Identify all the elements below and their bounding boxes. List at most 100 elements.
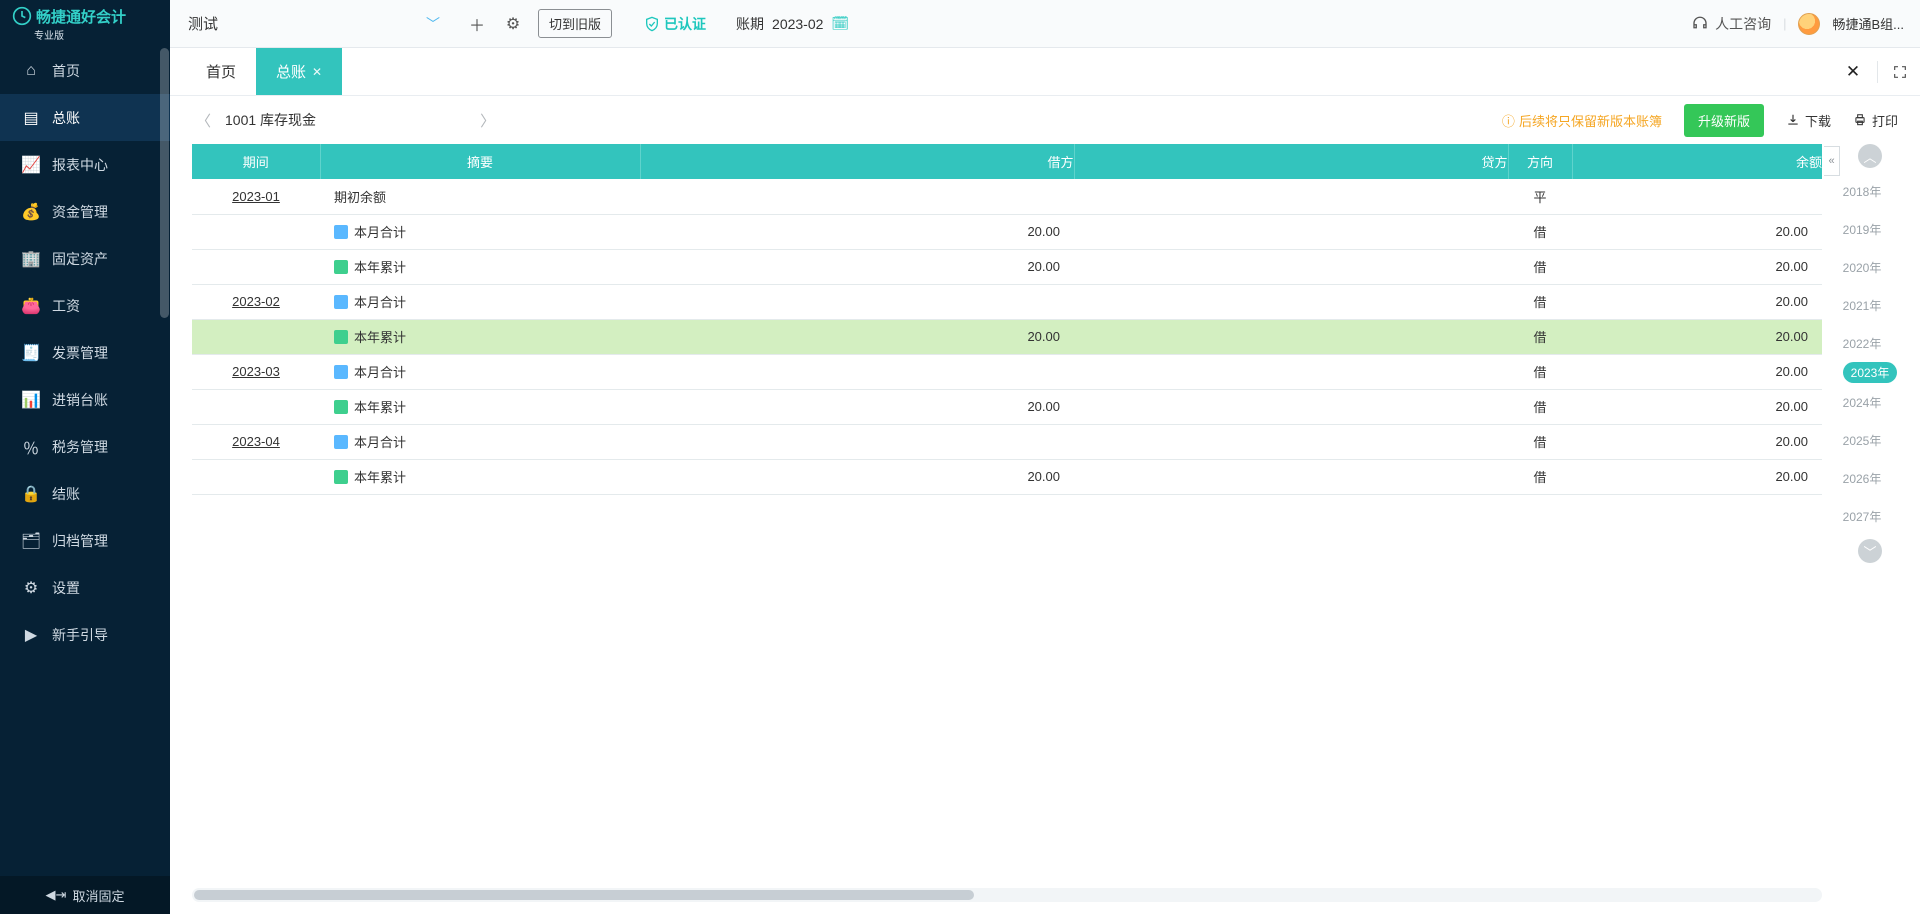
horizontal-scrollbar[interactable] xyxy=(192,888,1822,902)
tab-home[interactable]: 首页 xyxy=(186,48,256,95)
switch-old-version-button[interactable]: 切到旧版 xyxy=(538,9,612,38)
download-label: 下载 xyxy=(1805,111,1831,130)
summary-icon xyxy=(334,330,348,344)
table-row[interactable]: 2023-02本月合计借20.00 xyxy=(192,284,1822,319)
chevron-down-icon: ﹀ xyxy=(426,14,440,34)
year-selector: ︿ 2018年2019年2020年2021年2022年2023年2024年202… xyxy=(1842,144,1898,902)
sidebar-scrollbar[interactable] xyxy=(160,48,169,318)
debit-cell xyxy=(640,179,1074,214)
unpin-button[interactable]: ◀⇥ 取消固定 xyxy=(0,876,170,914)
year-option[interactable]: 2024年 xyxy=(1843,383,1898,421)
year-option[interactable]: 2026年 xyxy=(1843,459,1898,497)
period-link[interactable]: 2023-01 xyxy=(232,189,280,204)
balance-cell: 20.00 xyxy=(1572,389,1822,424)
year-option[interactable]: 2027年 xyxy=(1843,497,1898,535)
debit-cell: 20.00 xyxy=(640,214,1074,249)
close-icon[interactable]: ✕ xyxy=(312,65,322,79)
year-option[interactable]: 2021年 xyxy=(1843,286,1898,324)
gear-icon: ⚙ xyxy=(22,579,40,597)
credit-cell xyxy=(1074,319,1508,354)
nav-payroll[interactable]: 👛工资 xyxy=(0,282,170,329)
fullscreen-icon xyxy=(1892,64,1908,80)
debit-cell: 20.00 xyxy=(640,249,1074,284)
table-row[interactable]: 本年累计20.00借20.00 xyxy=(192,459,1822,494)
table-row[interactable]: 本年累计20.00借20.00 xyxy=(192,389,1822,424)
nav-label: 报表中心 xyxy=(52,155,108,175)
credit-cell xyxy=(1074,354,1508,389)
user-avatar[interactable] xyxy=(1798,13,1820,35)
support-button[interactable]: 人工咨询 xyxy=(1691,14,1771,34)
nav-inventory[interactable]: 📊进销台账 xyxy=(0,376,170,423)
year-option[interactable]: 2025年 xyxy=(1843,421,1898,459)
credit-cell xyxy=(1074,249,1508,284)
nav-reports[interactable]: 📈报表中心 xyxy=(0,141,170,188)
period-link[interactable]: 2023-02 xyxy=(232,294,280,309)
table-row[interactable]: 本年累计20.00借20.00 xyxy=(192,249,1822,284)
money-icon: 💰 xyxy=(22,203,40,221)
print-label: 打印 xyxy=(1872,111,1898,130)
debit-cell: 20.00 xyxy=(640,389,1074,424)
year-option[interactable]: 2022年 xyxy=(1843,324,1898,362)
headset-icon xyxy=(1691,15,1709,33)
unpin-icon: ◀⇥ xyxy=(46,887,67,903)
table-row[interactable]: 2023-01期初余额平 xyxy=(192,179,1822,214)
period-link[interactable]: 2023-03 xyxy=(232,364,280,379)
nav-funds[interactable]: 💰资金管理 xyxy=(0,188,170,235)
tab-general-ledger[interactable]: 总账 ✕ xyxy=(256,48,342,95)
period-link[interactable]: 2023-04 xyxy=(232,434,280,449)
table-row[interactable]: 2023-03本月合计借20.00 xyxy=(192,354,1822,389)
nav-archive[interactable]: 🗂归档管理 xyxy=(0,517,170,564)
table-row[interactable]: 本年累计20.00借20.00 xyxy=(192,319,1822,354)
collapse-button[interactable]: « xyxy=(1824,146,1840,176)
user-name[interactable]: 畅捷通B组... xyxy=(1832,14,1904,33)
add-button[interactable]: ＋ xyxy=(466,13,488,35)
year-up-button[interactable]: ︿ xyxy=(1858,144,1882,168)
nav-label: 发票管理 xyxy=(52,343,108,363)
collapse-year-panel: « xyxy=(1822,144,1842,902)
balance-cell: 20.00 xyxy=(1572,354,1822,389)
ledger-grid: 期间 摘要 借方 贷方 方向 余额 2023-01期初余额平本月合计20.00借… xyxy=(192,144,1822,902)
summary-icon xyxy=(334,435,348,449)
print-button[interactable]: 打印 xyxy=(1853,111,1898,130)
upgrade-button[interactable]: 升级新版 xyxy=(1684,104,1764,137)
year-option[interactable]: 2019年 xyxy=(1843,210,1898,248)
table-row[interactable]: 2023-04本月合计借20.00 xyxy=(192,424,1822,459)
notice-text: 后续将只保留新版本账簿 xyxy=(1519,111,1662,130)
table-row[interactable]: 本月合计20.00借20.00 xyxy=(192,214,1822,249)
nav-tax[interactable]: ％税务管理 xyxy=(0,423,170,470)
year-option[interactable]: 2018年 xyxy=(1843,172,1898,210)
summary-text: 本年累计 xyxy=(354,400,406,415)
nav-guide[interactable]: ▶新手引导 xyxy=(0,611,170,658)
summary-icon xyxy=(334,260,348,274)
direction-cell: 借 xyxy=(1508,424,1572,459)
credit-cell xyxy=(1074,389,1508,424)
nav-closing[interactable]: 🔒结账 xyxy=(0,470,170,517)
balance-cell: 20.00 xyxy=(1572,214,1822,249)
account-picker[interactable]: 测试 ﹀ xyxy=(170,0,452,47)
summary-icon xyxy=(334,295,348,309)
prev-account-button[interactable]: 〈 xyxy=(192,106,215,135)
download-icon xyxy=(1786,113,1800,127)
nav-settings[interactable]: ⚙ 设置 xyxy=(0,564,170,611)
direction-cell: 借 xyxy=(1508,249,1572,284)
settings-button[interactable]: ⚙ xyxy=(502,13,524,35)
download-button[interactable]: 下载 xyxy=(1786,111,1831,130)
nav-fixed-assets[interactable]: 🏢固定资产 xyxy=(0,235,170,282)
nav-label: 设置 xyxy=(52,578,80,598)
nav-general-ledger[interactable]: ▤总账 xyxy=(0,94,170,141)
brand-name: 畅捷通好会计 xyxy=(36,6,126,27)
next-account-button[interactable]: 〉 xyxy=(476,106,499,135)
nav-label: 进销台账 xyxy=(52,390,108,410)
nav-home[interactable]: ⌂首页 xyxy=(0,47,170,94)
wallet-icon: 👛 xyxy=(22,297,40,315)
close-all-tabs-button[interactable]: ✕ xyxy=(1839,58,1867,86)
balance-cell xyxy=(1572,179,1822,214)
nav-invoice[interactable]: 🧾发票管理 xyxy=(0,329,170,376)
year-option[interactable]: 2020年 xyxy=(1843,248,1898,286)
calendar-icon[interactable]: 🗓 xyxy=(831,15,849,32)
direction-cell: 借 xyxy=(1508,284,1572,319)
summary-text: 本年累计 xyxy=(354,470,406,485)
year-option[interactable]: 2023年 xyxy=(1843,362,1898,383)
fullscreen-button[interactable] xyxy=(1888,60,1912,84)
year-down-button[interactable]: ﹀ xyxy=(1858,539,1882,563)
